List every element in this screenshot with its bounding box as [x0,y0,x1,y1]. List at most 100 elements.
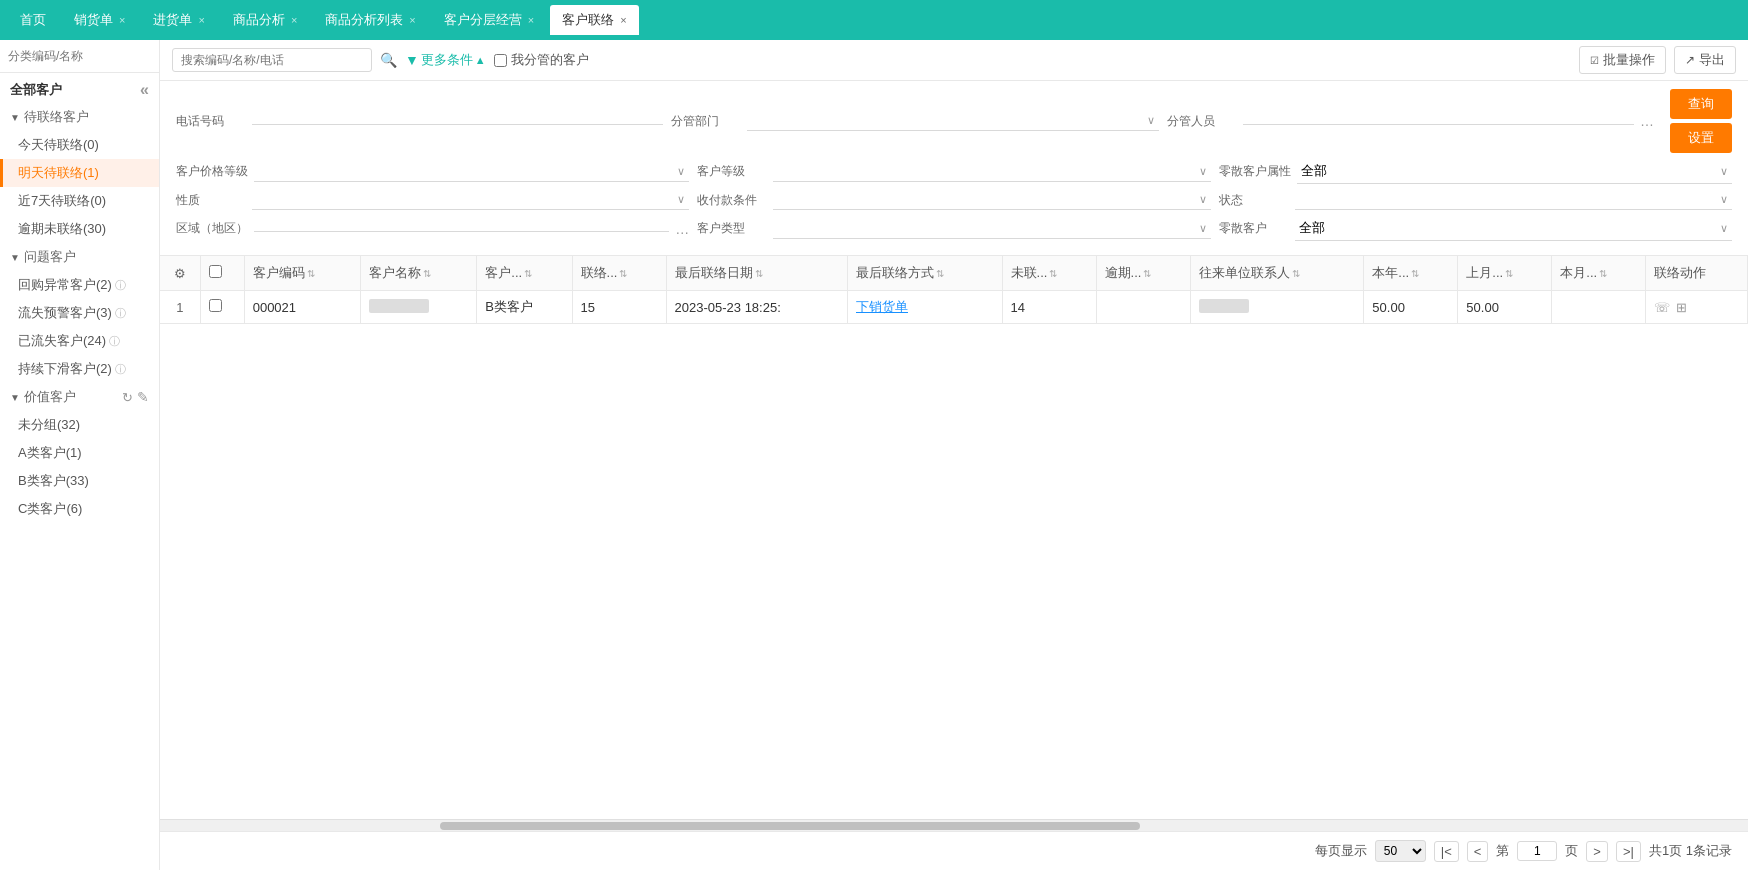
nature-select[interactable]: ∨ [252,190,689,210]
manager-dots-icon[interactable]: … [1640,113,1654,129]
cell-contact-count: 15 [572,291,666,324]
close-purchase-icon[interactable]: × [198,14,204,26]
advanced-filter-panel: 电话号码 分管部门 ∨ 分管人员 … 查询 设置 [160,81,1748,256]
close-customer-segment-icon[interactable]: × [528,14,534,26]
sidebar-search-input[interactable] [8,49,158,63]
value-group-label: ▼ 价值客户 ↻ ✎ [0,383,159,411]
sidebar-item-today-pending[interactable]: 今天待联络(0) [0,131,159,159]
filter-cell-manager: 分管人员 … [1167,113,1654,130]
retail-attr-select[interactable]: 全部 ∨ [1297,159,1732,184]
region-dots-icon[interactable]: … [675,221,689,237]
info-icon-1: ⓘ [115,306,126,321]
next-page-button[interactable]: > [1586,841,1608,862]
close-product-analysis-icon[interactable]: × [291,14,297,26]
info-icon-0: ⓘ [115,278,126,293]
close-product-list-icon[interactable]: × [409,14,415,26]
set-button[interactable]: 设置 [1670,123,1732,153]
last-method-link[interactable]: 下销货单 [856,299,908,314]
customer-level-select[interactable]: ∨ [773,162,1210,182]
sidebar-search-container: 🔍 [0,40,159,73]
close-sales-icon[interactable]: × [119,14,125,26]
customer-type-select[interactable]: ∨ [773,219,1210,239]
main-search-input[interactable] [172,48,372,72]
col-uncontacted: 未联...⇅ [1002,256,1096,291]
prev-page-button[interactable]: < [1467,841,1489,862]
last-page-button[interactable]: >| [1616,841,1641,862]
sidebar-item-ungrouped[interactable]: 未分组(32) [0,411,159,439]
nav-item-product-list[interactable]: 商品分析列表 × [313,5,427,35]
nav-item-home[interactable]: 首页 [8,5,58,35]
refresh-icon[interactable]: ↻ [122,390,133,405]
retail-customer-select[interactable]: 全部 ∨ [1295,216,1732,241]
page-number-input[interactable] [1517,841,1557,861]
row-checkbox[interactable] [209,299,222,312]
col-code: 客户编码⇅ [244,256,360,291]
cell-uncontacted: 14 [1002,291,1096,324]
filter-cell-retail-customer: 零散客户 全部 ∨ [1219,216,1732,241]
pending-triangle-icon: ▼ [10,112,20,123]
sidebar-item-tomorrow-pending[interactable]: 明天待联络(1) [0,159,159,187]
sidebar-item-7day-pending[interactable]: 近7天待联络(0) [0,187,159,215]
my-customers-checkbox[interactable] [494,54,507,67]
dept-select[interactable]: ∨ [747,111,1158,131]
action-phone-icon[interactable]: ☏ [1654,300,1670,315]
status-select[interactable]: ∨ [1295,190,1732,210]
collapse-icon[interactable]: « [140,81,149,99]
more-conditions-button[interactable]: ▼ 更多条件 ▲ [405,51,486,69]
select-all-checkbox[interactable] [209,265,222,278]
manager-input[interactable] [1243,118,1634,125]
value-triangle-icon: ▼ [10,392,20,403]
sidebar-item-churned[interactable]: 已流失客户(24) ⓘ [0,327,159,355]
cell-action: ☏ ⊞ [1646,291,1748,324]
table-header-row: ⚙ 客户编码⇅ 客户名称⇅ 客户...⇅ 联络...⇅ 最后联络日期⇅ 最后联络… [160,256,1748,291]
phone-input[interactable] [252,118,663,125]
horizontal-scrollbar[interactable] [160,819,1748,831]
sidebar-item-declining[interactable]: 持续下滑客户(2) ⓘ [0,355,159,383]
sidebar-item-a-class[interactable]: A类客户(1) [0,439,159,467]
query-button[interactable]: 查询 [1670,89,1732,119]
filter-cell-customer-level: 客户等级 ∨ [697,162,1210,182]
all-customers-header: 全部客户 « [0,73,159,103]
filter-right-actions: ☑ 批量操作 ↗ 导出 [1579,46,1736,74]
main-layout: 🔍 全部客户 « ▼ 待联络客户 今天待联络(0) 明天待联络(1) 近7天待联… [0,40,1748,870]
col-name: 客户名称⇅ [360,256,476,291]
cell-last-method: 下销货单 [848,291,1003,324]
edit-icon[interactable]: ✎ [137,389,149,405]
sidebar-item-repurchase-abnormal[interactable]: 回购异常客户(2) ⓘ [0,271,159,299]
info-icon-3: ⓘ [115,362,126,377]
sidebar-item-overdue-pending[interactable]: 逾期未联络(30) [0,215,159,243]
nav-item-customer-contact[interactable]: 客户联络 × [550,5,638,35]
filter-cell-dept: 分管部门 ∨ [671,111,1158,131]
filter-row-2: 客户价格等级 ∨ 客户等级 ∨ 零散客户属性 全部 ∨ [176,159,1732,184]
col-contact: 联络...⇅ [572,256,666,291]
close-customer-contact-icon[interactable]: × [620,14,626,26]
cell-code: 000021 [244,291,360,324]
sidebar-item-b-class[interactable]: B类客户(33) [0,467,159,495]
cell-index: 1 [160,291,200,324]
payment-select[interactable]: ∨ [773,190,1210,210]
my-customers-checkbox-container: 我分管的客户 [494,51,589,69]
col-type: 客户...⇅ [477,256,572,291]
cell-this-year: 50.00 [1364,291,1458,324]
export-button[interactable]: ↗ 导出 [1674,46,1736,74]
top-nav: 首页 销货单 × 进货单 × 商品分析 × 商品分析列表 × 客户分层经营 × … [0,0,1748,40]
nav-item-product-analysis[interactable]: 商品分析 × [221,5,309,35]
batch-op-button[interactable]: ☑ 批量操作 [1579,46,1666,74]
sidebar-item-c-class[interactable]: C类客户(6) [0,495,159,523]
nav-item-purchase[interactable]: 进货单 × [141,5,216,35]
action-grid-icon[interactable]: ⊞ [1676,300,1687,315]
table-row: 1 000021 B类客户 15 2023-05-23 18:25: 下销货单 … [160,291,1748,324]
info-icon-2: ⓘ [109,334,120,349]
scrollbar-thumb[interactable] [440,822,1140,830]
main-search-button[interactable]: 🔍 [380,52,397,68]
gear-settings-icon[interactable]: ⚙ [174,266,186,281]
filter-cell-payment: 收付款条件 ∨ [697,190,1210,210]
first-page-button[interactable]: |< [1434,841,1459,862]
sidebar-item-churn-warning[interactable]: 流失预警客户(3) ⓘ [0,299,159,327]
region-input[interactable] [254,225,669,232]
price-level-select[interactable]: ∨ [254,162,689,182]
nav-item-customer-segment[interactable]: 客户分层经营 × [432,5,546,35]
nav-item-sales[interactable]: 销货单 × [62,5,137,35]
filter-cell-price-level: 客户价格等级 ∨ [176,162,689,182]
per-page-select[interactable]: 50 100 200 [1375,840,1426,862]
